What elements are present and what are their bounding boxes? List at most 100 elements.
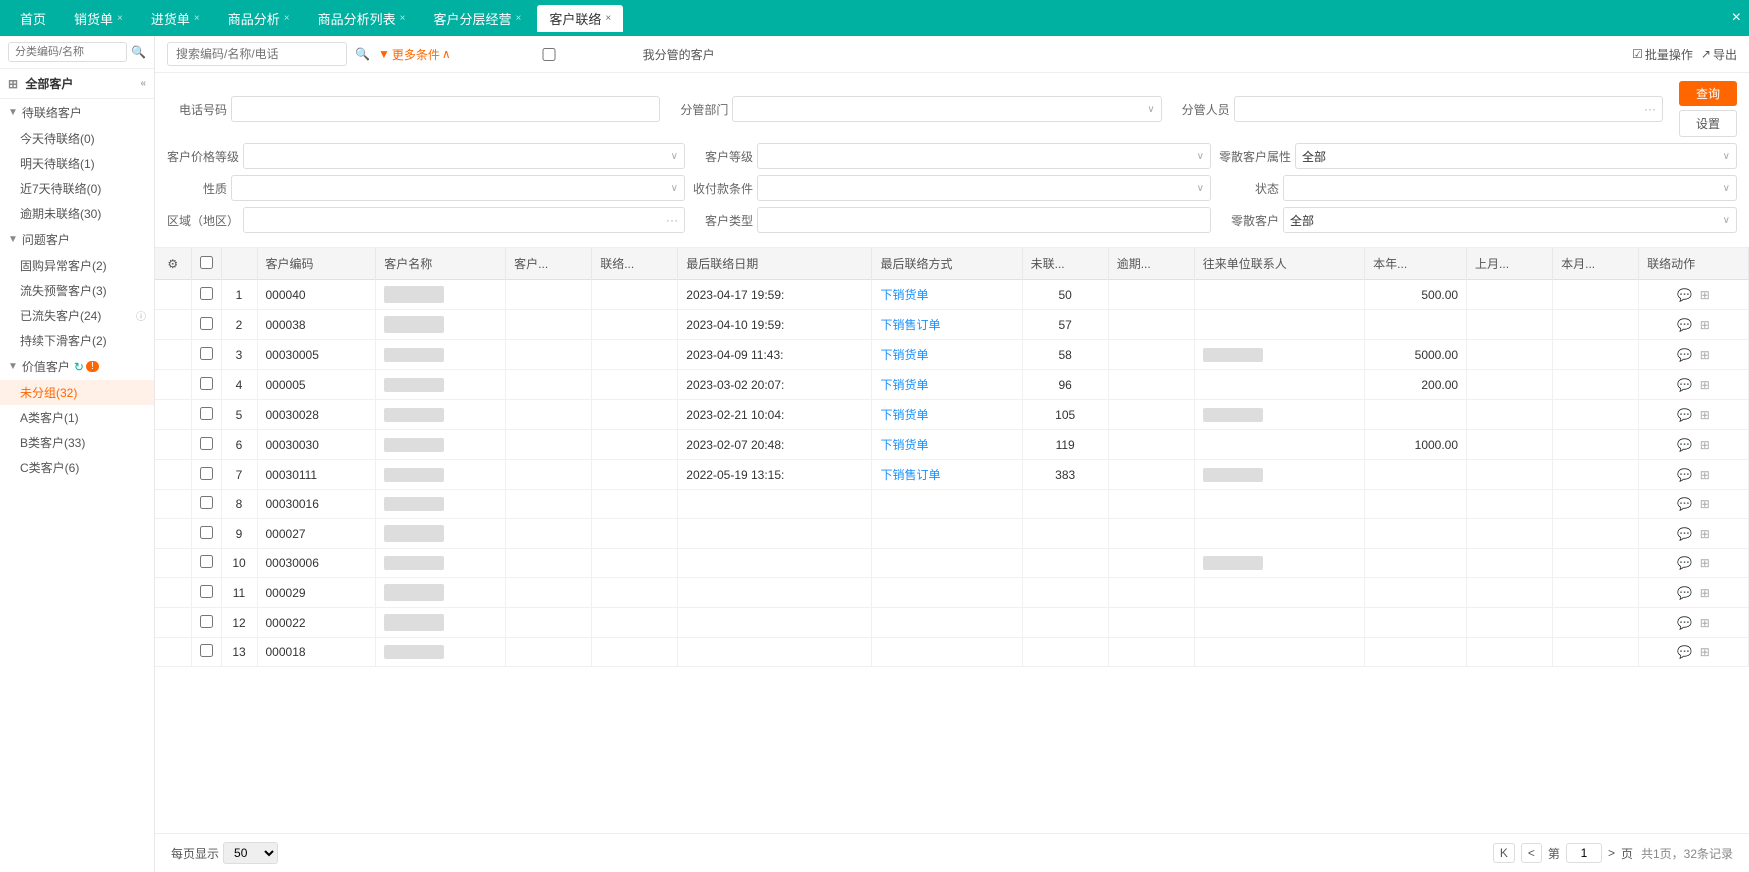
contact-method-link[interactable]: 下销售订单 <box>880 318 940 332</box>
region-more-btn[interactable]: ··· <box>666 213 678 227</box>
chat-icon[interactable]: 💬 <box>1677 408 1692 422</box>
grid-action-icon[interactable]: ⊞ <box>1700 616 1710 630</box>
chat-icon[interactable]: 💬 <box>1677 497 1692 511</box>
grid-action-icon[interactable]: ⊞ <box>1700 378 1710 392</box>
chat-icon[interactable]: 💬 <box>1677 616 1692 630</box>
row-checkbox[interactable] <box>200 585 213 598</box>
contact-method-link[interactable]: 下销货单 <box>880 438 928 452</box>
checkbox-cell[interactable] <box>191 280 221 310</box>
chat-icon[interactable]: 💬 <box>1677 527 1692 541</box>
sidebar-search-input[interactable] <box>8 42 127 62</box>
last-month-col-header[interactable]: 上月... <box>1467 248 1553 280</box>
row-checkbox[interactable] <box>200 407 213 420</box>
grid-action-icon[interactable]: ⊞ <box>1700 468 1710 482</box>
row-checkbox[interactable] <box>200 496 213 509</box>
sidebar-item-churned[interactable]: 已流失客户(24) ⓘ <box>0 303 154 328</box>
last-contact-date-col-header[interactable]: 最后联络日期 <box>678 248 872 280</box>
sidebar-item-abnormal[interactable]: 固购异常客户(2) <box>0 253 154 278</box>
row-checkbox[interactable] <box>200 644 213 657</box>
grid-action-icon[interactable]: ⊞ <box>1700 318 1710 332</box>
sidebar-item-overdue[interactable]: 逾期未联络(30) <box>0 201 154 226</box>
row-checkbox[interactable] <box>200 287 213 300</box>
sidebar-item-ungroup[interactable]: 未分组(32) <box>0 380 154 405</box>
grid-action-icon[interactable]: ⊞ <box>1700 645 1710 659</box>
page-size-dropdown[interactable]: 50 100 200 <box>223 842 278 864</box>
checkbox-cell[interactable] <box>191 340 221 370</box>
chat-icon[interactable]: 💬 <box>1677 468 1692 482</box>
name-col-header[interactable]: 客户名称 <box>376 248 506 280</box>
no-contact-col-header[interactable]: 未联... <box>1022 248 1108 280</box>
staff-dropdown[interactable]: ··· <box>1234 96 1663 122</box>
page-input[interactable] <box>1566 843 1602 863</box>
filter-search-icon[interactable]: 🔍 <box>355 47 370 61</box>
query-button[interactable]: 查询 <box>1679 81 1737 106</box>
row-checkbox[interactable] <box>200 377 213 390</box>
sidebar-item-churn-warning[interactable]: 流失预警客户(3) <box>0 278 154 303</box>
status-dropdown[interactable]: ∨ <box>1283 175 1737 201</box>
refresh-icon[interactable]: ↻ <box>74 360 84 374</box>
contact-method-link[interactable]: 下销售订单 <box>880 468 940 482</box>
chat-icon[interactable]: 💬 <box>1677 378 1692 392</box>
first-page-btn[interactable]: K <box>1493 843 1515 863</box>
checkbox-cell[interactable] <box>191 519 221 549</box>
select-all-checkbox[interactable] <box>200 256 213 269</box>
sidebar-item-7days[interactable]: 近7天待联络(0) <box>0 176 154 201</box>
row-checkbox[interactable] <box>200 437 213 450</box>
chat-icon[interactable]: 💬 <box>1677 438 1692 452</box>
chat-icon[interactable]: 💬 <box>1677 318 1692 332</box>
contact-method-link[interactable]: 下销货单 <box>880 378 928 392</box>
checkbox-cell[interactable] <box>191 549 221 578</box>
my-customers-checkbox-label[interactable]: 我分管的客户 <box>459 46 715 63</box>
contact-method-link[interactable]: 下销货单 <box>880 348 928 362</box>
export-btn[interactable]: ↗ 导出 <box>1701 46 1737 63</box>
batch-operation-btn[interactable]: ☑ 批量操作 <box>1632 46 1693 63</box>
value-customer-group[interactable]: ▼ 价值客户 ↻ ! <box>0 353 154 380</box>
chat-icon[interactable]: 💬 <box>1677 556 1692 570</box>
sidebar-item-tomorrow[interactable]: 明天待联络(1) <box>0 151 154 176</box>
nav-goods-analysis[interactable]: 商品分析 × <box>216 5 302 32</box>
checkbox-cell[interactable] <box>191 460 221 490</box>
close-customer-contact-tab[interactable]: × <box>605 13 611 24</box>
checkbox-cell[interactable] <box>191 638 221 667</box>
sidebar-item-today[interactable]: 今天待联络(0) <box>0 126 154 151</box>
close-purchase-tab[interactable]: × <box>194 13 200 24</box>
chat-icon[interactable]: 💬 <box>1677 645 1692 659</box>
nav-purchase[interactable]: 进货单 × <box>139 5 212 32</box>
overdue-col-header[interactable]: 逾期... <box>1108 248 1194 280</box>
close-sales-tab[interactable]: × <box>117 13 123 24</box>
payment-dropdown[interactable]: ∨ <box>757 175 1211 201</box>
staff-more-btn[interactable]: ··· <box>1644 102 1656 116</box>
nav-sales[interactable]: 销货单 × <box>62 5 135 32</box>
grid-action-icon[interactable]: ⊞ <box>1700 438 1710 452</box>
grid-action-icon[interactable]: ⊞ <box>1700 408 1710 422</box>
row-checkbox[interactable] <box>200 467 213 480</box>
chat-icon[interactable]: 💬 <box>1677 586 1692 600</box>
grid-action-icon[interactable]: ⊞ <box>1700 556 1710 570</box>
my-customers-checkbox[interactable] <box>459 48 639 61</box>
code-col-header[interactable]: 客户编码 <box>257 248 376 280</box>
action-col-header[interactable]: 联络动作 <box>1639 248 1749 280</box>
retail-attr-dropdown[interactable]: 全部 ∨ <box>1295 143 1737 169</box>
contact-col-header[interactable]: 联络... <box>592 248 678 280</box>
nav-customer-layer[interactable]: 客户分层经营 × <box>421 5 533 32</box>
close-customer-layer-tab[interactable]: × <box>515 13 521 24</box>
contact-method-link[interactable]: 下销货单 <box>880 408 928 422</box>
checkbox-cell[interactable] <box>191 400 221 430</box>
sidebar-search-icon[interactable]: 🔍 <box>131 45 146 59</box>
chat-icon[interactable]: 💬 <box>1677 288 1692 302</box>
phone-input[interactable] <box>231 96 660 122</box>
this-month-col-header[interactable]: 本月... <box>1553 248 1639 280</box>
pending-contact-group[interactable]: ▼ 待联络客户 <box>0 99 154 126</box>
checkbox-col-header[interactable] <box>191 248 221 280</box>
sidebar-item-declining[interactable]: 持续下滑客户(2) <box>0 328 154 353</box>
grid-action-icon[interactable]: ⊞ <box>1700 527 1710 541</box>
close-goods-analysis-tab[interactable]: × <box>284 13 290 24</box>
grid-action-icon[interactable]: ⊞ <box>1700 586 1710 600</box>
grid-action-icon[interactable]: ⊞ <box>1700 288 1710 302</box>
grid-action-icon[interactable]: ⊞ <box>1700 497 1710 511</box>
row-checkbox[interactable] <box>200 615 213 628</box>
customer-type-dropdown[interactable] <box>757 207 1211 233</box>
reset-button[interactable]: 设置 <box>1679 110 1737 137</box>
checkbox-cell[interactable] <box>191 370 221 400</box>
nav-customer-contact[interactable]: 客户联络 × <box>537 5 623 32</box>
